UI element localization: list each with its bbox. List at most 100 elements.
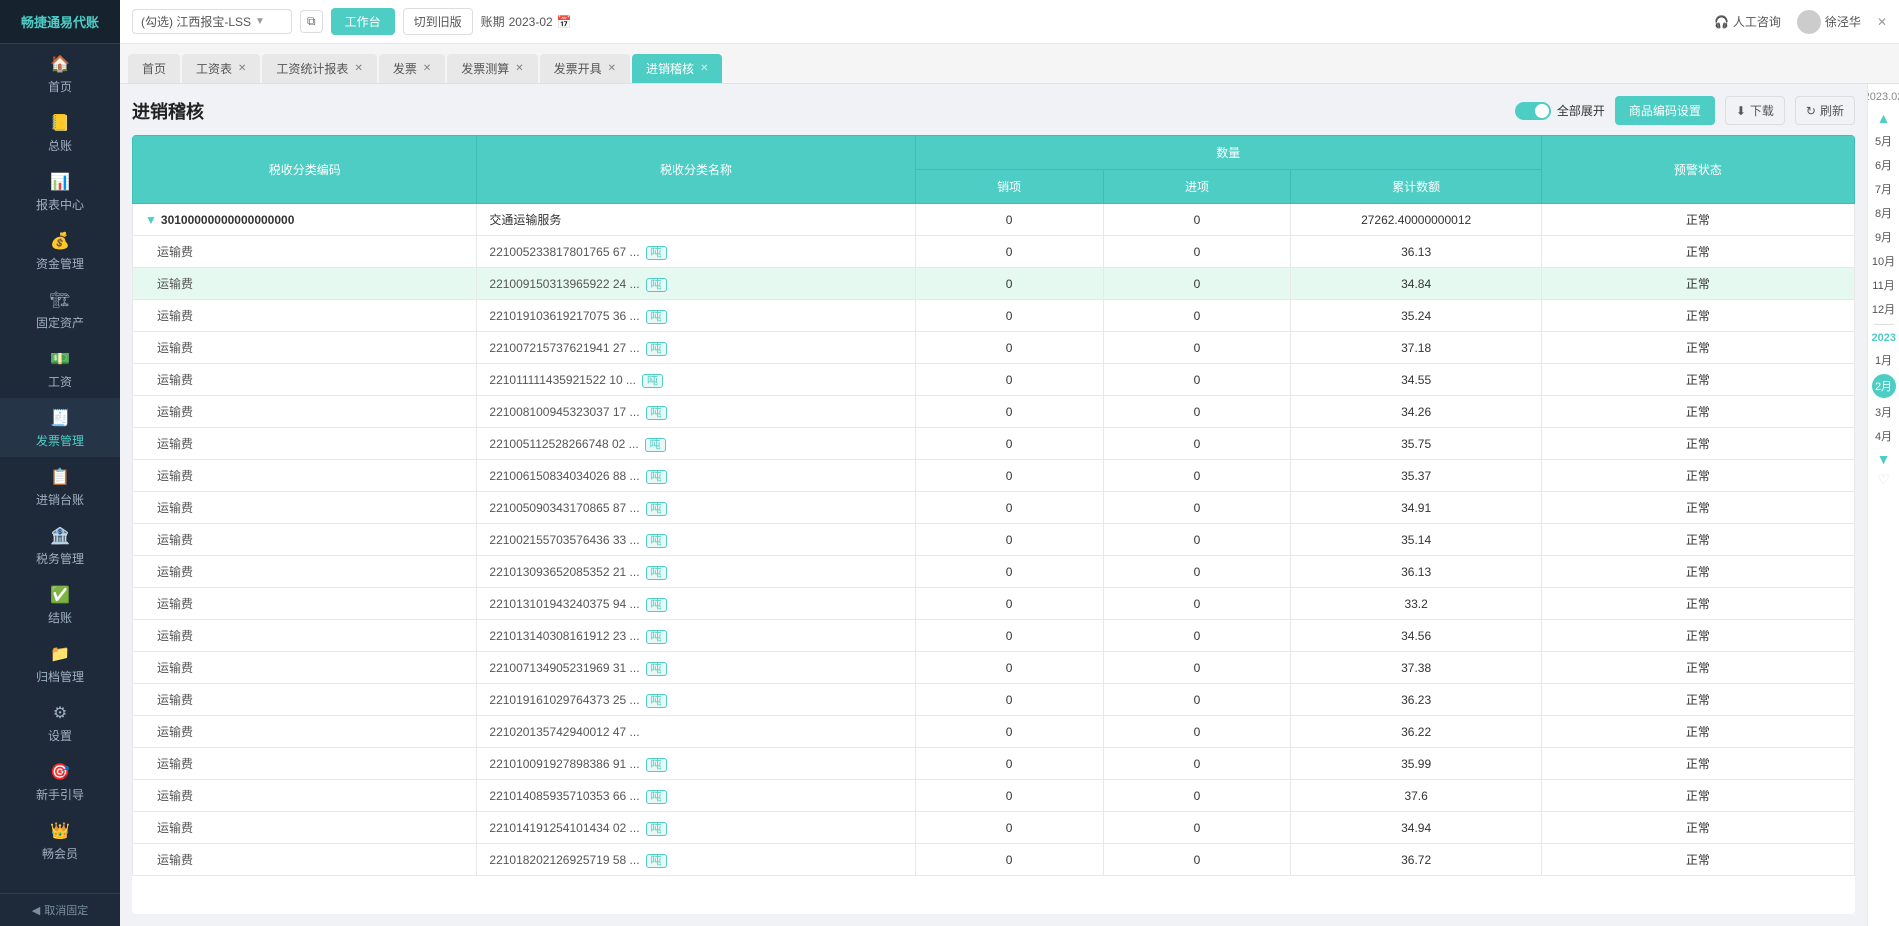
- sidebar-item-fixed-assets[interactable]: 🏗 固定资产: [0, 280, 120, 339]
- month-4[interactable]: 4月: [1870, 425, 1898, 447]
- table-cell-invoice: 221009150313965922 24 ...吨: [477, 268, 915, 300]
- header-actions: 全部展开 商品编码设置 ⬇ 下载 ↻ 刷新: [1515, 96, 1855, 125]
- page-title: 进销稽核: [132, 98, 204, 124]
- tab-invoice[interactable]: 发票 ✕: [379, 54, 445, 83]
- sidebar-item-purchase-ledger[interactable]: 📋 进销台账: [0, 457, 120, 516]
- table-cell-code: 运输费: [133, 652, 477, 684]
- sidebar-item-member[interactable]: 👑 畅会员: [0, 811, 120, 870]
- table-cell-purchase: 0: [1103, 364, 1291, 396]
- tab-home[interactable]: 首页: [128, 54, 180, 83]
- table-cell-cumulative: 37.18: [1291, 332, 1541, 364]
- date-panel: 2023.02 ▲ 5月 6月 7月 8月 9月 10月 11月 12月 202…: [1867, 84, 1899, 926]
- tab-close-invoice-calc[interactable]: ✕: [515, 63, 523, 74]
- table-row: 运输费 221005112528266748 02 ...吨 0 0 35.75…: [133, 428, 1855, 460]
- sidebar-item-guide[interactable]: 🎯 新手引导: [0, 752, 120, 811]
- table-row: 运输费 221010091927898386 91 ...吨 0 0 35.99…: [133, 748, 1855, 780]
- table-cell-status: 正常: [1541, 556, 1854, 588]
- month-7[interactable]: 7月: [1870, 178, 1898, 200]
- table-cell-purchase: 0: [1103, 812, 1291, 844]
- year-2023: 2023: [1870, 329, 1898, 347]
- table-row: 运输费 221005090343170865 87 ...吨 0 0 34.91…: [133, 492, 1855, 524]
- sidebar-item-home[interactable]: 🏠 首页: [0, 44, 120, 103]
- tab-close-in-out-verify[interactable]: ✕: [700, 63, 708, 74]
- refresh-button[interactable]: ↻ 刷新: [1795, 96, 1855, 125]
- table-row: 运输费 221020135742940012 47 ... 0 0 36.22 …: [133, 716, 1855, 748]
- tab-invoice-calc[interactable]: 发票测算 ✕: [447, 54, 537, 83]
- unpin-button[interactable]: ◀ 取消固定: [0, 894, 120, 926]
- sidebar-item-label: 总账: [48, 137, 72, 154]
- th-quantity-group: 数量: [915, 136, 1541, 170]
- panel-divider: [1874, 324, 1894, 325]
- favorite-icon[interactable]: ♡: [1877, 471, 1890, 488]
- sidebar-item-report[interactable]: 📊 报表中心: [0, 162, 120, 221]
- table-cell-cumulative: 37.38: [1291, 652, 1541, 684]
- product-code-settings-button[interactable]: 商品编码设置: [1615, 96, 1715, 125]
- sidebar-item-salary[interactable]: 💵 工资: [0, 339, 120, 398]
- sidebar-item-label: 畅会员: [42, 845, 78, 862]
- tab-close-salary[interactable]: ✕: [238, 63, 246, 74]
- user-menu[interactable]: 徐泾华: [1797, 10, 1861, 34]
- download-button[interactable]: ⬇ 下载: [1725, 96, 1785, 125]
- tab-salary[interactable]: 工资表 ✕: [182, 54, 260, 83]
- toggle-expand[interactable]: 全部展开: [1515, 102, 1605, 120]
- table-cell-cumulative: 36.22: [1291, 716, 1541, 748]
- month-5[interactable]: 5月: [1870, 130, 1898, 152]
- switch-version-button[interactable]: 切到旧版: [403, 8, 473, 35]
- table-cell-cumulative: 34.55: [1291, 364, 1541, 396]
- calendar-icon[interactable]: 📅: [557, 15, 572, 29]
- scroll-down-button[interactable]: ▼: [1875, 449, 1893, 469]
- th-tax-code: 税收分类编码: [133, 136, 477, 204]
- month-2-active[interactable]: 2月: [1872, 374, 1896, 398]
- fixed-assets-icon: 🏗: [50, 290, 70, 310]
- tab-invoice-open[interactable]: 发票开具 ✕: [540, 54, 630, 83]
- month-12[interactable]: 12月: [1870, 298, 1898, 320]
- table-cell-invoice: 221013140308161912 23 ...吨: [477, 620, 915, 652]
- tab-close-salary-stats[interactable]: ✕: [354, 63, 362, 74]
- sidebar-item-archive[interactable]: 📁 归档管理: [0, 634, 120, 693]
- month-1[interactable]: 1月: [1870, 349, 1898, 371]
- sidebar-item-settings[interactable]: ⚙ 设置: [0, 693, 120, 752]
- table-cell-sale: 0: [915, 204, 1103, 236]
- table-cell-cumulative: 34.84: [1291, 268, 1541, 300]
- tab-in-out-verify[interactable]: 进销稽核 ✕: [632, 54, 722, 83]
- table-cell-code: 运输费: [133, 396, 477, 428]
- table-cell-code: 运输费: [133, 268, 477, 300]
- period-label: 账期 2023-02 📅: [481, 13, 572, 30]
- tab-close-invoice-open[interactable]: ✕: [608, 63, 616, 74]
- company-selector[interactable]: (勾选) 江西报宝-LSS ▼: [132, 9, 292, 34]
- month-11[interactable]: 11月: [1870, 274, 1898, 296]
- copy-button[interactable]: ⧉: [300, 10, 323, 33]
- sidebar-item-capital[interactable]: 💰 资金管理: [0, 221, 120, 280]
- table-cell-name: 交通运输服务: [477, 204, 915, 236]
- table-row: 运输费 221019103619217075 36 ...吨 0 0 35.24…: [133, 300, 1855, 332]
- month-10[interactable]: 10月: [1870, 250, 1898, 272]
- sidebar-item-label: 发票管理: [36, 432, 84, 449]
- scroll-up-button[interactable]: ▲: [1875, 108, 1893, 128]
- sidebar-item-invoice-mgmt[interactable]: 🧾 发票管理: [0, 398, 120, 457]
- month-8[interactable]: 8月: [1870, 202, 1898, 224]
- month-3[interactable]: 3月: [1870, 401, 1898, 423]
- tab-close-invoice[interactable]: ✕: [423, 63, 431, 74]
- sidebar-item-tax-mgmt[interactable]: 🏦 税务管理: [0, 516, 120, 575]
- workbench-button[interactable]: 工作台: [331, 8, 395, 35]
- table-row: 运输费 221013101943240375 94 ...吨 0 0 33.2 …: [133, 588, 1855, 620]
- table-cell-code: 运输费: [133, 524, 477, 556]
- table-cell-invoice: 221013101943240375 94 ...吨: [477, 588, 915, 620]
- close-icon[interactable]: ✕: [1877, 15, 1887, 29]
- service-button[interactable]: 🎧 人工咨询: [1714, 13, 1781, 30]
- toggle-switch[interactable]: [1515, 102, 1551, 120]
- month-9[interactable]: 9月: [1870, 226, 1898, 248]
- table-cell-invoice: 221007215737621941 27 ...吨: [477, 332, 915, 364]
- table-row: 运输费 221014085935710353 66 ...吨 0 0 37.6 …: [133, 780, 1855, 812]
- archive-icon: 📁: [50, 644, 70, 664]
- sidebar-item-ledger[interactable]: 📒 总账: [0, 103, 120, 162]
- sidebar-item-label: 归档管理: [36, 668, 84, 685]
- sidebar-item-label: 资金管理: [36, 255, 84, 272]
- tab-salary-stats[interactable]: 工资统计报表 ✕: [262, 54, 376, 83]
- sidebar-item-closing[interactable]: ✅ 结账: [0, 575, 120, 634]
- table-cell-cumulative: 35.14: [1291, 524, 1541, 556]
- table-cell-invoice: 221018202126925719 58 ...吨: [477, 844, 915, 876]
- table-cell-purchase: 0: [1103, 460, 1291, 492]
- table-cell-purchase: 0: [1103, 204, 1291, 236]
- month-6[interactable]: 6月: [1870, 154, 1898, 176]
